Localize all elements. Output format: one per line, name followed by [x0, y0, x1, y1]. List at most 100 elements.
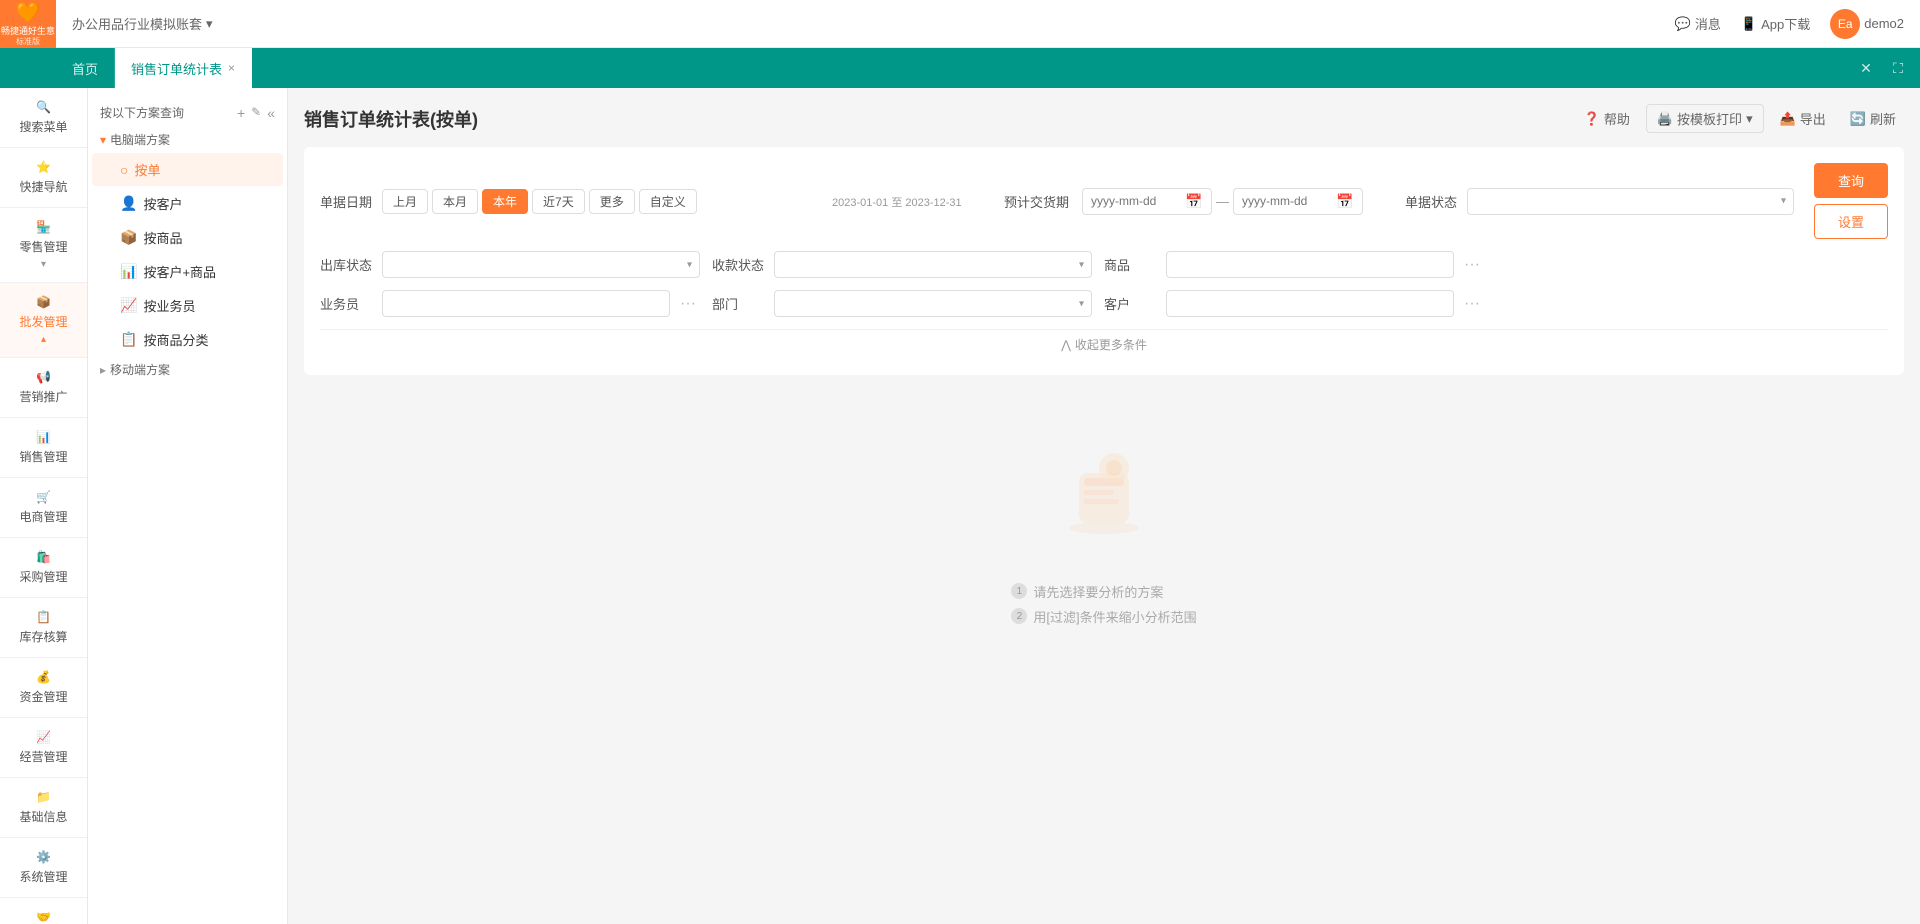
- delivery-end-input[interactable]: [1242, 194, 1332, 208]
- sidebar-item-retail[interactable]: 🏪 零售管理 ▾: [0, 208, 87, 283]
- empty-icon: [1054, 443, 1154, 562]
- cust-prod-icon: 📊: [120, 263, 137, 280]
- panel-item-by-category[interactable]: 📋 按商品分类: [92, 323, 283, 356]
- filter-row-3: 业务员 ··· 部门 ▾ 客户: [320, 290, 1888, 317]
- panel-item-by-customer-label: 按客户: [143, 194, 182, 213]
- empty-tip-2: 2 用[过滤]条件来缩小分析范围: [1011, 607, 1196, 626]
- tip-text-2: 用[过滤]条件来缩小分析范围: [1033, 607, 1196, 626]
- this-month-btn[interactable]: 本月: [432, 189, 478, 214]
- empty-tips: 1 请先选择要分析的方案 2 用[过滤]条件来缩小分析范围: [1011, 582, 1196, 632]
- panel-header-label: 按以下方案查询: [100, 104, 184, 121]
- page-title: 销售订单统计表(按单): [304, 106, 478, 132]
- panel-collapse-btn[interactable]: «: [267, 105, 275, 121]
- sidebar-item-system[interactable]: ⚙️ 系统管理: [0, 838, 87, 898]
- sidebar-item-sales[interactable]: 📊 销售管理: [0, 418, 87, 478]
- department-select[interactable]: [774, 290, 1092, 317]
- app-download-btn[interactable]: 📱 App下载: [1741, 14, 1810, 33]
- delivery-end-input-wrap[interactable]: 📅: [1233, 188, 1363, 215]
- panel-header: 按以下方案查询 + ✎ «: [88, 98, 287, 127]
- sidebar-item-enterprise[interactable]: 🤝 企业协同: [0, 898, 87, 924]
- customer-input[interactable]: [1166, 290, 1454, 317]
- custom-btn[interactable]: 自定义: [639, 189, 697, 214]
- print-label: 按模板打印: [1677, 109, 1742, 128]
- page-actions: ❓ 帮助 🖨️ 按模板打印 ▾ 📤 导出 🔄 刷新: [1576, 104, 1904, 133]
- empty-tip-1: 1 请先选择要分析的方案: [1011, 582, 1196, 601]
- doc-status-select-wrap: 待审核 已审核 已关闭 ▾: [1467, 188, 1794, 215]
- panel-add-btn[interactable]: +: [237, 105, 245, 121]
- receipt-status-select[interactable]: 未收款 部分收款 已收款: [774, 251, 1092, 278]
- sidebar-item-wholesale[interactable]: 📦 批发管理 ▴: [0, 283, 87, 358]
- star-icon: ⭐: [36, 160, 51, 174]
- query-btn[interactable]: 查询: [1814, 163, 1888, 198]
- sales-icon: 📊: [36, 430, 51, 444]
- print-btn[interactable]: 🖨️ 按模板打印 ▾: [1646, 104, 1764, 133]
- close-window-btn[interactable]: ✕: [1852, 54, 1880, 82]
- export-btn[interactable]: 📤 导出: [1772, 105, 1834, 132]
- sidebar-item-inventory[interactable]: 📋 库存核算: [0, 598, 87, 658]
- panel-item-by-salesperson[interactable]: 📈 按业务员: [92, 289, 283, 322]
- sidebar-item-basic[interactable]: 📁 基础信息: [0, 778, 87, 838]
- delivery-start-input[interactable]: [1091, 194, 1181, 208]
- goods-input[interactable]: [1166, 251, 1454, 278]
- salesperson-more-btn[interactable]: ···: [676, 295, 700, 313]
- tab-close-icon[interactable]: ×: [228, 61, 235, 75]
- salesperson-input[interactable]: [382, 290, 670, 317]
- sidebar-item-quick-nav[interactable]: ⭐ 快捷导航: [0, 148, 87, 208]
- panel-item-by-customer[interactable]: 👤 按客户: [92, 187, 283, 220]
- settings-btn[interactable]: 设置: [1814, 204, 1888, 239]
- topbar-left: 🧡 畅捷通好生意 标准版 办公用品行业模拟账套 ▾: [16, 0, 213, 48]
- message-btn[interactable]: 💬 消息: [1675, 14, 1721, 33]
- panel-item-by-cust-prod[interactable]: 📊 按客户+商品: [92, 255, 283, 288]
- message-label: 消息: [1695, 14, 1721, 33]
- collapse-label: 收起更多条件: [1075, 336, 1147, 353]
- maximize-window-btn[interactable]: ⛶: [1884, 54, 1912, 82]
- sidebar-item-marketing[interactable]: 📢 营销推广: [0, 358, 87, 418]
- sidebar-item-operations[interactable]: 📈 经营管理: [0, 718, 87, 778]
- purchase-icon: 🛍️: [36, 550, 51, 564]
- tab-sales-stats[interactable]: 销售订单统计表 ×: [115, 48, 252, 88]
- breadcrumb-dropdown[interactable]: 办公用品行业模拟账套 ▾: [72, 14, 213, 33]
- refresh-btn[interactable]: 🔄 刷新: [1842, 105, 1904, 132]
- panel-item-by-salesperson-label: 按业务员: [143, 296, 195, 315]
- operations-icon: 📈: [36, 730, 51, 744]
- last-month-btn[interactable]: 上月: [382, 189, 428, 214]
- help-btn[interactable]: ❓ 帮助: [1576, 105, 1638, 132]
- panel-item-by-product[interactable]: 📦 按商品: [92, 221, 283, 254]
- user-menu[interactable]: Ea demo2: [1830, 9, 1904, 39]
- more-btn[interactable]: 更多: [589, 189, 635, 214]
- finance-icon: 💰: [36, 670, 51, 684]
- customer-more-btn[interactable]: ···: [1460, 295, 1484, 313]
- sidebar-search-label: 搜索菜单: [19, 118, 67, 135]
- delivery-start-input-wrap[interactable]: 📅: [1082, 188, 1212, 215]
- this-year-btn[interactable]: 本年: [482, 189, 528, 214]
- logo-text: 畅捷通好生意: [1, 26, 55, 37]
- goods-more-btn[interactable]: ···: [1460, 256, 1484, 274]
- department-group: 部门 ▾: [712, 290, 1092, 317]
- chevron-icon: ▾: [41, 259, 46, 270]
- doc-status-select[interactable]: 待审核 已审核 已关闭: [1467, 188, 1794, 215]
- sidebar-item-ecommerce[interactable]: 🛒 电商管理: [0, 478, 87, 538]
- date-buttons: 上月 本月 本年 近7天 更多 自定义: [382, 189, 697, 214]
- sidebar-item-finance[interactable]: 💰 资金管理: [0, 658, 87, 718]
- panel-edit-btn[interactable]: ✎: [251, 105, 261, 121]
- delivery-label: 预计交货期: [1004, 192, 1076, 211]
- filter-row-1: 单据日期 上月 本月 本年 近7天 更多 自定义 2023-01-01 至 20…: [320, 163, 1888, 239]
- app-download-label: App下载: [1761, 14, 1810, 33]
- sidebar-item-search[interactable]: 🔍 搜索菜单: [0, 88, 87, 148]
- department-label: 部门: [712, 294, 768, 313]
- main-panel: 销售订单统计表(按单) ❓ 帮助 🖨️ 按模板打印 ▾ 📤 导出: [288, 88, 1920, 924]
- panel-item-by-order[interactable]: ○ 按单: [92, 153, 283, 186]
- collapse-btn[interactable]: ⋀ 收起更多条件: [1061, 336, 1147, 353]
- last7days-btn[interactable]: 近7天: [532, 189, 585, 214]
- topbar-right: 💬 消息 📱 App下载 Ea demo2: [1675, 9, 1904, 39]
- sidebar-item-purchase[interactable]: 🛍️ 采购管理: [0, 538, 87, 598]
- arrow-right-icon: ▸: [100, 363, 106, 377]
- out-status-select[interactable]: 未出库 部分出库 已出库: [382, 251, 700, 278]
- chevron-up-icon: ▴: [41, 334, 46, 345]
- panel-section-mobile[interactable]: ▸ 移动端方案: [88, 357, 287, 382]
- date-label: 单据日期: [320, 192, 376, 211]
- order-icon: ○: [120, 162, 128, 178]
- tab-home[interactable]: 首页: [56, 48, 115, 88]
- panel-section-pc[interactable]: ▾ 电脑端方案: [88, 127, 287, 152]
- inventory-icon: 📋: [36, 610, 51, 624]
